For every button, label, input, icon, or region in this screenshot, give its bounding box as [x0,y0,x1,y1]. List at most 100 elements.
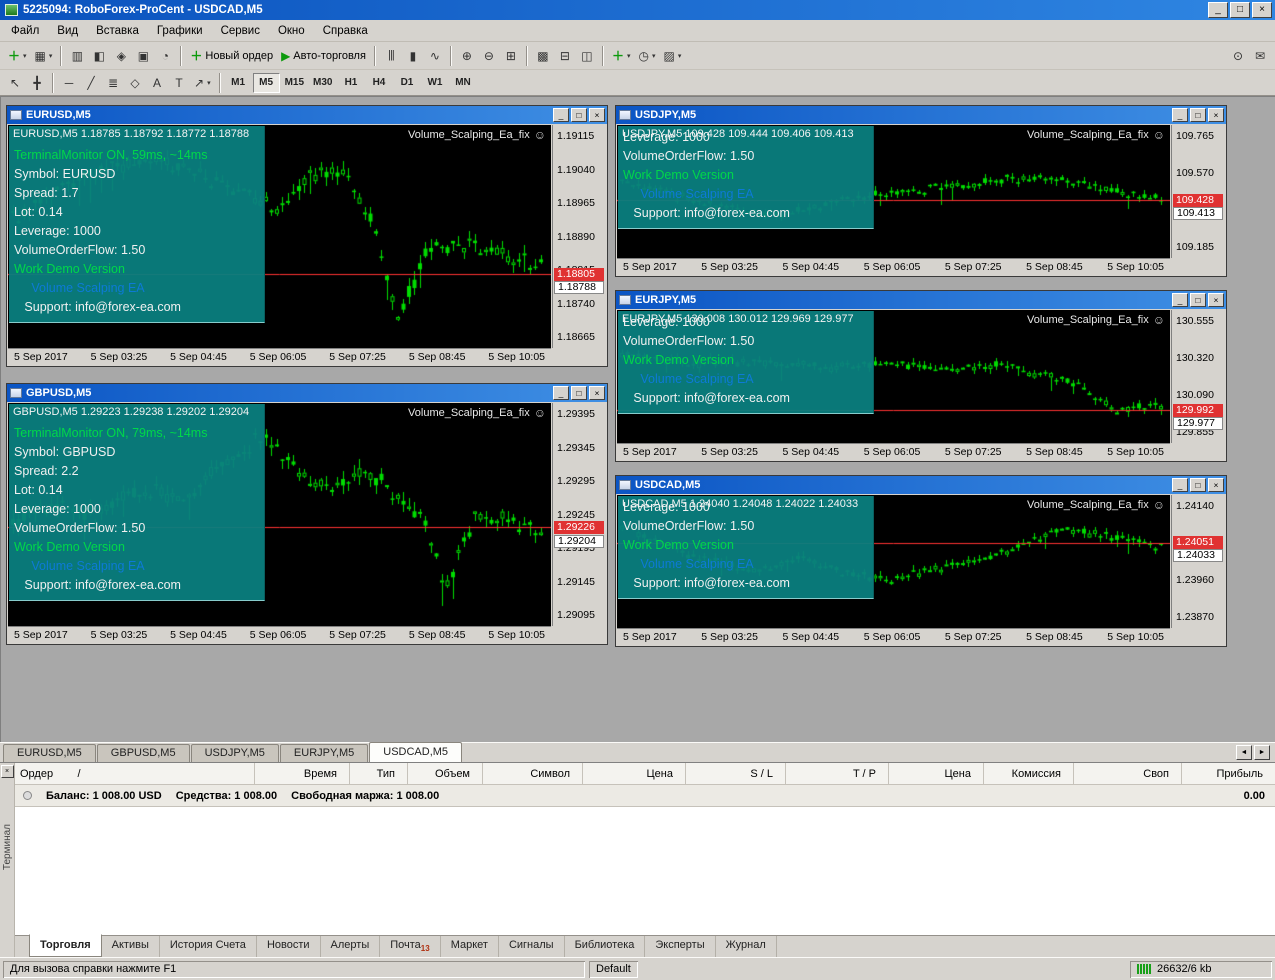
timeframe-button[interactable]: M1 [225,73,252,93]
terminal-tab[interactable]: Журнал [716,936,777,957]
line-chart-button[interactable]: ∿ [424,45,446,67]
terminal-tab[interactable]: Сигналы [499,936,565,957]
zoom-in-button[interactable]: ⊕ [456,45,478,67]
time-axis[interactable]: 5 Sep 2017 5 Sep 03:25 5 Sep 04:45 5 Sep 06… [617,443,1170,460]
chart-window-eurusd[interactable]: EURUSD,M5 _ □ × EURUSD,M5 1.18785 1.1879… [6,105,608,367]
chart-title-bar[interactable]: EURJPY,M5 _ □ × [616,291,1226,309]
timeframe-button[interactable]: M5 [252,72,280,93]
terminal-tab[interactable]: Алерты [321,936,381,957]
chart-close-button[interactable]: × [589,108,605,122]
chart-minimize-button[interactable]: _ [1172,293,1188,307]
column-header[interactable]: T / P [786,763,889,784]
terminal-tab[interactable]: Библиотека [565,936,646,957]
time-axis[interactable]: 5 Sep 2017 5 Sep 03:25 5 Sep 04:45 5 Sep 06… [617,628,1170,645]
menu-item[interactable]: Вставка [87,22,148,40]
crosshair-button[interactable]: ╋ [26,72,48,94]
chart-restore-button[interactable]: □ [571,108,587,122]
chart-title-bar[interactable]: EURUSD,M5 _ □ × [7,106,607,124]
menu-item[interactable]: Файл [2,22,48,40]
trendline-button[interactable]: ╱ [80,72,102,94]
chart-tab[interactable]: EURJPY,M5 [279,744,369,762]
profile-selector[interactable]: Default [589,961,638,978]
ea-smiley-icon[interactable]: ☺ [534,406,546,420]
column-header[interactable]: Прибыль [1182,763,1275,784]
profiles-button[interactable]: ▦ ▾ [31,45,57,67]
candlestick-chart-button[interactable]: ▮ [402,45,424,67]
timeframe-button[interactable]: MN [449,73,476,93]
chart-plot-area[interactable]: USDCAD,M5 1.24040 1.24048 1.24022 1.2403… [617,495,1170,628]
column-header[interactable]: Ордер / [15,763,255,784]
menu-item[interactable]: Сервис [212,22,269,40]
chart-close-button[interactable]: × [1208,108,1224,122]
ea-smiley-icon[interactable]: ☺ [1153,498,1165,512]
tile-horizontally-button[interactable]: ⊟ [554,45,576,67]
chart-window-usdcad[interactable]: USDCAD,M5 _ □ × USDCAD,M5 1.24040 1.2404… [615,475,1227,647]
templates-button[interactable]: ▨ ▾ [659,45,685,67]
zoom-out-button[interactable]: ⊖ [478,45,500,67]
timeframe-button[interactable]: H4 [365,73,392,93]
chart-minimize-button[interactable]: _ [553,108,569,122]
horizontal-line-button[interactable]: ─ [58,72,80,94]
chart-plot-area[interactable]: EURJPY,M5 130.008 130.012 129.969 129.97… [617,310,1170,443]
column-header[interactable]: Тип [350,763,408,784]
menu-item[interactable]: Справка [314,22,377,40]
orders-list-area[interactable] [15,807,1275,935]
time-axis[interactable]: 5 Sep 2017 5 Sep 03:25 5 Sep 04:45 5 Sep 06… [617,258,1170,275]
column-header[interactable]: Объем [408,763,483,784]
data-window-button[interactable]: ◧ [88,45,110,67]
fibonacci-button[interactable]: ≣ [102,72,124,94]
new-order-button[interactable]: ＋ Новый ордер [186,45,277,67]
chart-tab[interactable]: GBPUSD,M5 [96,744,190,762]
terminal-close-button[interactable]: × [0,765,14,778]
menu-item[interactable]: Вид [48,22,87,40]
chart-restore-button[interactable]: □ [1190,478,1206,492]
chart-plot-area[interactable]: USDJPY,M5 109.428 109.444 109.406 109.41… [617,125,1170,258]
terminal-tab[interactable]: Активы [102,936,160,957]
tab-scroll-left-button[interactable]: ◄ [1236,745,1252,760]
terminal-tab[interactable]: Торговля [29,933,102,958]
chart-plot-area[interactable]: GBPUSD,M5 1.29223 1.29238 1.29202 1.2920… [8,403,551,626]
text-tool-button[interactable]: A [146,72,168,94]
search-button[interactable]: ⊙ [1227,45,1249,67]
terminal-tab[interactable]: Эксперты [645,936,716,957]
timeframe-button[interactable]: M30 [309,73,336,93]
connection-status[interactable]: 26632/6 kb [1130,961,1272,978]
chart-minimize-button[interactable]: _ [1172,478,1188,492]
chart-close-button[interactable]: × [1208,293,1224,307]
chart-plot-area[interactable]: EURUSD,M5 1.18785 1.18792 1.18772 1.1878… [8,125,551,348]
chart-close-button[interactable]: × [589,386,605,400]
cascade-windows-button[interactable]: ▩ [532,45,554,67]
market-watch-button[interactable]: ▥ [66,45,88,67]
chart-minimize-button[interactable]: _ [553,386,569,400]
chart-title-bar[interactable]: USDJPY,M5 _ □ × [616,106,1226,124]
chart-window-usdjpy[interactable]: USDJPY,M5 _ □ × USDJPY,M5 109.428 109.44… [615,105,1227,277]
chart-title-bar[interactable]: USDCAD,M5 _ □ × [616,476,1226,494]
close-button[interactable]: × [1252,2,1272,18]
column-header[interactable]: S / L [686,763,786,784]
price-axis[interactable]: 130.555 130.320 130.090 129.855 129.992 129… [1171,310,1225,443]
navigator-button[interactable]: ◈ [110,45,132,67]
timeframe-button[interactable]: W1 [421,73,448,93]
periods-button[interactable]: ◷ ▾ [634,45,659,67]
tile-vertically-button[interactable]: ◫ [576,45,598,67]
text-label-button[interactable]: T [168,72,190,94]
chart-window-eurjpy[interactable]: EURJPY,M5 _ □ × EURJPY,M5 130.008 130.01… [615,290,1227,462]
maximize-button[interactable]: □ [1230,2,1250,18]
ea-smiley-icon[interactable]: ☺ [1153,128,1165,142]
terminal-tab[interactable]: Новости [257,936,321,957]
arrows-button[interactable]: ↗ ▾ [190,72,215,94]
time-axis[interactable]: 5 Sep 2017 5 Sep 03:25 5 Sep 04:45 5 Sep 06… [8,626,551,643]
strategy-tester-button[interactable]: ◔ [154,45,176,67]
shapes-button[interactable]: ◇ [124,72,146,94]
timeframe-button[interactable]: H1 [337,73,364,93]
column-header[interactable]: Комиссия [984,763,1074,784]
column-header[interactable]: Символ [483,763,583,784]
ea-smiley-icon[interactable]: ☺ [1153,313,1165,327]
column-header[interactable]: Цена [889,763,984,784]
ea-smiley-icon[interactable]: ☺ [534,128,546,142]
chart-title-bar[interactable]: GBPUSD,M5 _ □ × [7,384,607,402]
new-chart-button[interactable]: ＋ ▾ [4,45,31,67]
time-axis[interactable]: 5 Sep 2017 5 Sep 03:25 5 Sep 04:45 5 Sep 06… [8,348,551,365]
menu-item[interactable]: Графики [148,22,212,40]
terminal-tab[interactable]: Почта13 [380,936,441,957]
